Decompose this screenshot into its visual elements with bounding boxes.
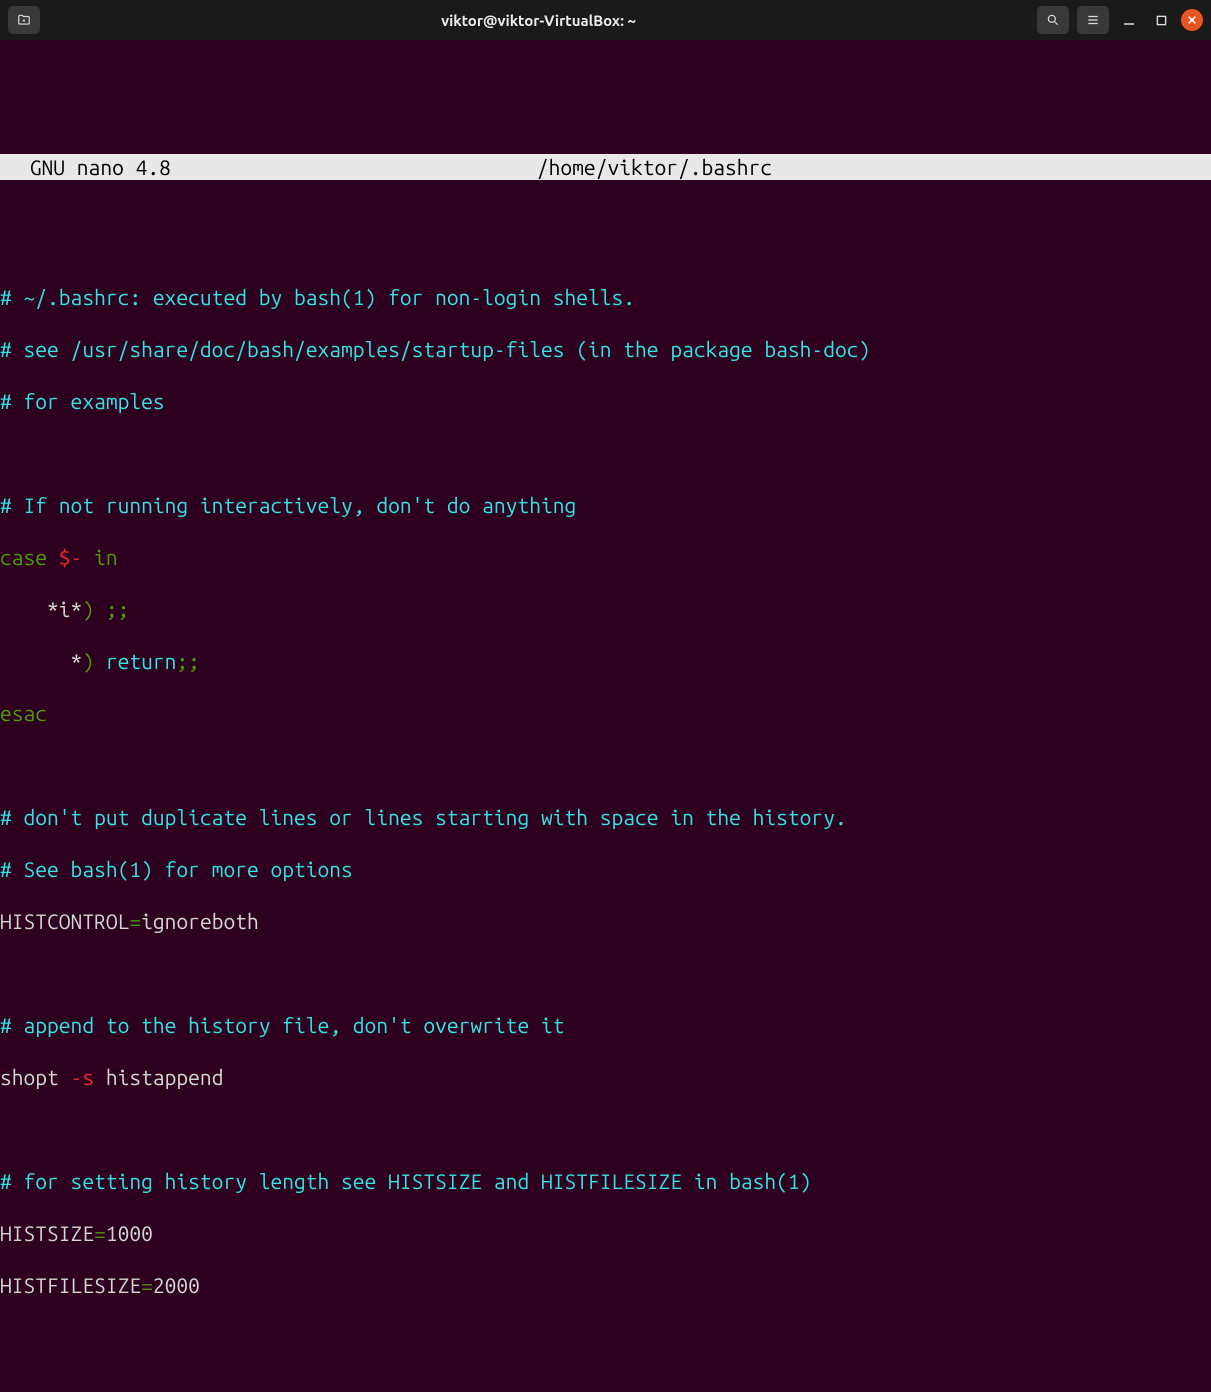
code-line bbox=[0, 960, 1211, 986]
minimize-button[interactable] bbox=[1117, 8, 1141, 32]
code-line: 2000 bbox=[153, 1273, 200, 1297]
nano-header: GNU nano 4.8 /home/viktor/.bashrc bbox=[0, 154, 1211, 180]
folder-plus-icon bbox=[17, 13, 31, 27]
code-line: # for setting history length see HISTSIZ… bbox=[0, 1169, 811, 1193]
terminal-content[interactable]: GNU nano 4.8 /home/viktor/.bashrc # ~/.b… bbox=[0, 40, 1211, 1392]
maximize-button[interactable] bbox=[1149, 8, 1173, 32]
new-tab-button[interactable] bbox=[8, 6, 40, 34]
code-line: 1000 bbox=[106, 1221, 153, 1245]
code-line: case bbox=[0, 545, 47, 569]
search-button[interactable] bbox=[1037, 6, 1069, 34]
nano-app-name: GNU nano 4.8 bbox=[18, 154, 171, 180]
code-line: esac bbox=[0, 701, 47, 725]
code-line: ignoreboth bbox=[141, 909, 259, 933]
code-line: # for examples bbox=[0, 389, 165, 413]
code-line: HISTSIZE bbox=[0, 1221, 94, 1245]
code-line: # append to the history file, don't over… bbox=[0, 1013, 564, 1037]
search-icon bbox=[1046, 13, 1060, 27]
code-line: HISTCONTROL bbox=[0, 909, 129, 933]
maximize-icon bbox=[1156, 15, 1167, 26]
code-line: ) bbox=[82, 649, 106, 673]
close-icon bbox=[1187, 15, 1197, 25]
code-line: # don't put duplicate lines or lines sta… bbox=[0, 805, 847, 829]
file-buffer: # ~/.bashrc: executed by bash(1) for non… bbox=[0, 258, 1211, 1392]
menu-button[interactable] bbox=[1077, 6, 1109, 34]
code-line: ;; bbox=[176, 649, 200, 673]
code-line: = bbox=[141, 1273, 153, 1297]
code-line: # see /usr/share/doc/bash/examples/start… bbox=[0, 337, 870, 361]
code-line: = bbox=[129, 909, 141, 933]
code-line: # ~/.bashrc: executed by bash(1) for non… bbox=[0, 285, 635, 309]
code-line: * bbox=[0, 649, 82, 673]
close-button[interactable] bbox=[1181, 9, 1203, 31]
code-line: *i* bbox=[0, 597, 82, 621]
code-line: ) ;; bbox=[82, 597, 129, 621]
code-line: shopt bbox=[0, 1065, 71, 1089]
code-line bbox=[0, 1116, 1211, 1142]
code-line bbox=[0, 1324, 1211, 1350]
code-line bbox=[0, 752, 1211, 778]
code-line: # If not running interactively, don't do… bbox=[0, 493, 576, 517]
code-line: # See bash(1) for more options bbox=[0, 857, 353, 881]
code-line: in bbox=[82, 545, 117, 569]
window-titlebar: viktor@viktor-VirtualBox: ~ bbox=[0, 0, 1211, 40]
hamburger-icon bbox=[1086, 13, 1100, 27]
code-line: = bbox=[94, 1221, 106, 1245]
window-controls bbox=[1037, 6, 1203, 34]
window-title: viktor@viktor-VirtualBox: ~ bbox=[48, 12, 1029, 29]
code-line: $- bbox=[47, 545, 82, 569]
code-line: -s bbox=[71, 1065, 95, 1089]
code-line bbox=[0, 440, 1211, 466]
nano-file-path: /home/viktor/.bashrc bbox=[171, 154, 1211, 180]
code-line: HISTFILESIZE bbox=[0, 1273, 141, 1297]
code-line: return bbox=[106, 649, 177, 673]
code-line: histappend bbox=[94, 1065, 223, 1089]
minimize-icon bbox=[1123, 14, 1135, 26]
